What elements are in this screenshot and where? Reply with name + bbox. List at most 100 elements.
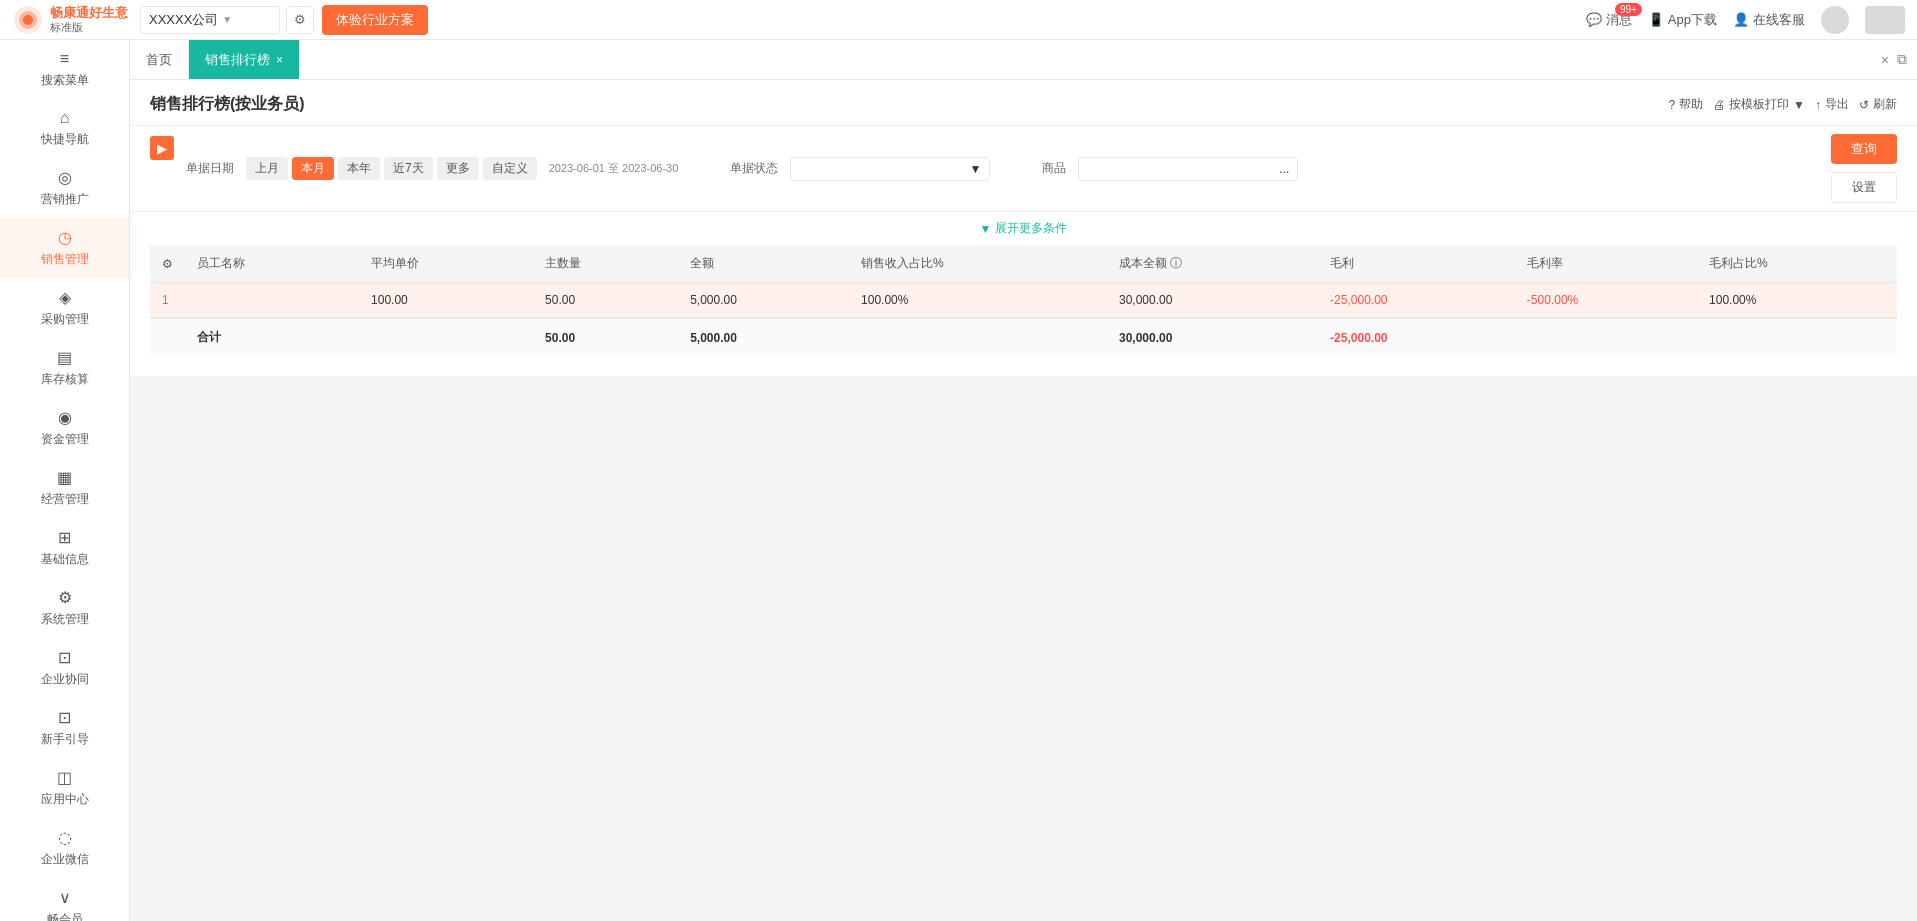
sidebar-item-guide[interactable]: ⊡ 新手引导 — [0, 698, 129, 758]
print-label: 按模板打印 — [1729, 96, 1789, 113]
tab-home[interactable]: 首页 — [130, 40, 189, 79]
tab-sales-ranking[interactable]: 销售排行榜 × — [189, 40, 299, 79]
sidebar-item-search[interactable]: ≡ 搜索菜单 — [0, 40, 129, 99]
footer-gross-rate — [1515, 318, 1697, 356]
content-area: 首页 销售排行榜 × × ⧉ 销售排行榜(按业务员) — [130, 40, 1917, 921]
table-header-main-qty: 主数量 — [533, 245, 678, 283]
trial-button[interactable]: 体验行业方案 — [322, 5, 428, 35]
avatar[interactable] — [1821, 6, 1849, 34]
table-header-row: ⚙ 员工名称 平均单价 主数量 全额 销售收入占比% 成本全额 ⓘ 毛利 毛利率 — [150, 245, 1897, 283]
tab-home-label: 首页 — [146, 51, 172, 69]
sidebar-item-label: 企业微信 — [41, 851, 89, 868]
cell-sales-ratio: 100.00% — [849, 283, 1107, 319]
sidebar-item-business[interactable]: ▦ 经营管理 — [0, 458, 129, 518]
sidebar-item-collab[interactable]: ⊡ 企业协同 — [0, 638, 129, 698]
refresh-label: 刷新 — [1873, 96, 1897, 113]
sidebar-item-label: 畅会员 — [47, 911, 83, 921]
content-inner: 销售排行榜(按业务员) ? 帮助 🖨 按模板打印 ▼ — [130, 80, 1917, 921]
date-btn-7days[interactable]: 近7天 — [384, 157, 433, 180]
tab-bar-actions: × ⧉ — [1871, 40, 1917, 79]
sidebar-item-member[interactable]: ∨ 畅会员 — [0, 878, 129, 921]
expand-conditions-btn[interactable]: ▼ 展开更多条件 — [130, 211, 1917, 245]
data-table: ⚙ 员工名称 平均单价 主数量 全额 销售收入占比% 成本全额 ⓘ 毛利 毛利率 — [150, 245, 1897, 356]
sidebar-item-marketing[interactable]: ◎ 营销推广 — [0, 158, 129, 218]
window-restore-icon[interactable]: ⧉ — [1897, 51, 1907, 68]
svg-point-2 — [23, 15, 33, 25]
date-btn-last-month[interactable]: 上月 — [246, 157, 288, 180]
top-bar-right: 💬 消息 99+ 📱 App下载 👤 在线客服 — [1586, 6, 1905, 34]
date-btn-this-year[interactable]: 本年 — [338, 157, 380, 180]
sidebar-item-finance[interactable]: ◉ 资金管理 — [0, 398, 129, 458]
sidebar-item-label: 基础信息 — [41, 551, 89, 568]
system-icon: ⚙ — [58, 588, 72, 607]
date-options: 上月 本月 本年 近7天 更多 自定义 — [246, 157, 537, 180]
footer-avg-price — [359, 318, 533, 356]
print-icon: 🖨 — [1713, 98, 1725, 112]
sidebar-item-label: 搜索菜单 — [41, 72, 89, 89]
print-button[interactable]: 🖨 按模板打印 ▼ — [1713, 96, 1805, 113]
sidebar-item-purchase[interactable]: ◈ 采购管理 — [0, 278, 129, 338]
sidebar-item-label: 库存核算 — [41, 371, 89, 388]
sidebar-item-appstore[interactable]: ◫ 应用中心 — [0, 758, 129, 818]
sidebar-item-system[interactable]: ⚙ 系统管理 — [0, 578, 129, 638]
status-select[interactable]: ▼ — [790, 157, 990, 181]
service-icon: 👤 — [1733, 12, 1749, 27]
status-label: 单据状态 — [730, 160, 778, 177]
table-header-settings[interactable]: ⚙ — [150, 245, 185, 283]
footer-cost: 30,000.00 — [1107, 318, 1318, 356]
footer-label: 合计 — [185, 318, 359, 356]
business-icon: ▦ — [57, 468, 72, 487]
footer-gross: -25,000.00 — [1318, 318, 1515, 356]
sidebar-item-basic[interactable]: ⊞ 基础信息 — [0, 518, 129, 578]
date-btn-more[interactable]: 更多 — [437, 157, 479, 180]
settings-icon[interactable]: ⚙ — [286, 6, 314, 34]
export-button[interactable]: ↑ 导出 — [1815, 96, 1849, 113]
sidebar-item-label: 企业协同 — [41, 671, 89, 688]
table-header-gross-ratio: 毛利占比% — [1697, 245, 1897, 283]
tab-active-label: 销售排行榜 — [205, 51, 270, 69]
page-actions: ? 帮助 🖨 按模板打印 ▼ ↑ 导出 — [1668, 96, 1897, 113]
app-download-btn[interactable]: 📱 App下载 — [1648, 11, 1717, 29]
query-button[interactable]: 查询 — [1831, 134, 1897, 164]
member-icon: ∨ — [59, 888, 71, 907]
sidebar-item-sales[interactable]: ◷ 销售管理 — [0, 218, 129, 278]
expand-label: 展开更多条件 — [995, 220, 1067, 237]
date-btn-custom[interactable]: 自定义 — [483, 157, 537, 180]
sidebar: ≡ 搜索菜单 ⌂ 快捷导航 ◎ 营销推广 ◷ 销售管理 ◈ 采购管理 ▤ 库存核… — [0, 40, 130, 921]
print-dropdown-icon: ▼ — [1793, 98, 1805, 112]
sidebar-item-label: 新手引导 — [41, 731, 89, 748]
expand-icon: ▼ — [980, 222, 992, 236]
filter-expand-arrow[interactable]: ▶ — [150, 136, 174, 160]
message-btn[interactable]: 💬 消息 99+ — [1586, 11, 1632, 29]
footer-gross-ratio — [1697, 318, 1897, 356]
cell-main-qty: 50.00 — [533, 283, 678, 319]
table-header-cost: 成本全额 ⓘ — [1107, 245, 1318, 283]
tab-close-icon[interactable]: × — [276, 53, 283, 67]
refresh-button[interactable]: ↺ 刷新 — [1859, 96, 1897, 113]
goods-ellipsis[interactable]: ... — [1279, 162, 1289, 176]
table-header-name: 员工名称 — [185, 245, 359, 283]
footer-settings-col — [150, 318, 185, 356]
cell-gross-rate: -500.00% — [1515, 283, 1697, 319]
sidebar-item-label: 资金管理 — [41, 431, 89, 448]
settings-button[interactable]: 设置 — [1831, 172, 1897, 203]
logo-line1: 畅康通好生意 — [50, 5, 128, 21]
sidebar-item-label: 经营管理 — [41, 491, 89, 508]
company-name: XXXXX公司 — [149, 11, 218, 29]
logo-icon — [12, 4, 44, 36]
goods-input[interactable]: ... — [1078, 157, 1298, 181]
help-icon: ? — [1668, 98, 1675, 112]
cell-cost: 30,000.00 — [1107, 283, 1318, 319]
date-btn-this-month[interactable]: 本月 — [292, 157, 334, 180]
sidebar-item-wechat[interactable]: ◌ 企业微信 — [0, 818, 129, 878]
company-selector[interactable]: XXXXX公司 ▼ — [140, 6, 280, 34]
sidebar-item-nav[interactable]: ⌂ 快捷导航 — [0, 99, 129, 158]
marketing-icon: ◎ — [58, 168, 72, 187]
help-button[interactable]: ? 帮助 — [1668, 96, 1703, 113]
online-service-btn[interactable]: 👤 在线客服 — [1733, 11, 1805, 29]
window-close-icon[interactable]: × — [1881, 52, 1889, 68]
table-wrapper: ⚙ 员工名称 平均单价 主数量 全额 销售收入占比% 成本全额 ⓘ 毛利 毛利率 — [130, 245, 1917, 376]
sidebar-item-inventory[interactable]: ▤ 库存核算 — [0, 338, 129, 398]
app-download-label: App下载 — [1668, 11, 1717, 29]
refresh-icon: ↺ — [1859, 98, 1869, 112]
